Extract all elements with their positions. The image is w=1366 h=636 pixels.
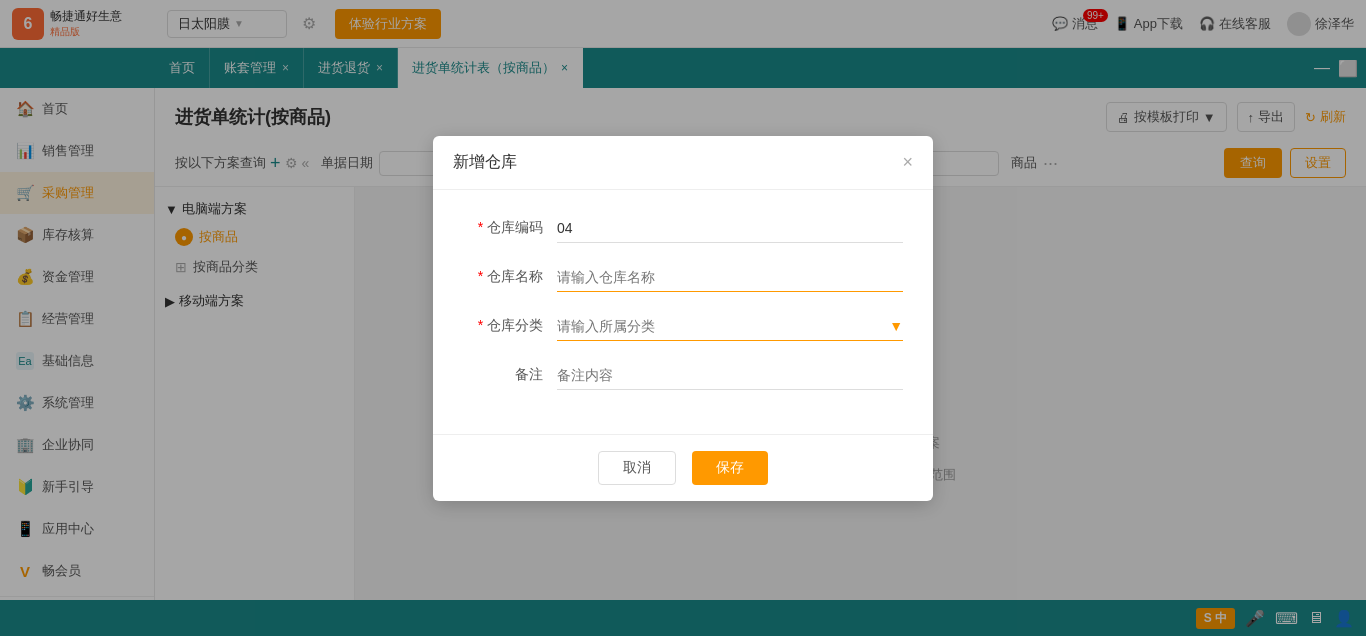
form-row-name: * 仓库名称 bbox=[463, 263, 903, 292]
code-label: * 仓库编码 bbox=[463, 219, 543, 237]
name-label: * 仓库名称 bbox=[463, 268, 543, 286]
modal-title: 新增仓库 bbox=[453, 152, 517, 173]
category-select-area: ▼ bbox=[557, 312, 903, 341]
cancel-button[interactable]: 取消 bbox=[598, 451, 676, 485]
category-input[interactable] bbox=[557, 318, 889, 334]
form-row-category: * 仓库分类 ▼ bbox=[463, 312, 903, 341]
category-dropdown-icon[interactable]: ▼ bbox=[889, 318, 903, 334]
save-button[interactable]: 保存 bbox=[692, 451, 768, 485]
modal-header: 新增仓库 × bbox=[433, 136, 933, 190]
modal-body: * 仓库编码 * 仓库名称 * 仓库分类 bbox=[433, 190, 933, 434]
modal-footer: 取消 保存 bbox=[433, 434, 933, 501]
modal-close-button[interactable]: × bbox=[902, 152, 913, 173]
form-row-code: * 仓库编码 bbox=[463, 214, 903, 243]
warehouse-name-input[interactable] bbox=[557, 263, 903, 292]
note-label: 备注 bbox=[463, 366, 543, 384]
modal-overlay: 新增仓库 × * 仓库编码 * 仓库名称 bbox=[0, 0, 1366, 636]
add-warehouse-modal: 新增仓库 × * 仓库编码 * 仓库名称 bbox=[433, 136, 933, 501]
category-label: * 仓库分类 bbox=[463, 317, 543, 335]
note-input[interactable] bbox=[557, 361, 903, 390]
form-row-note: 备注 bbox=[463, 361, 903, 390]
warehouse-code-input[interactable] bbox=[557, 214, 903, 243]
